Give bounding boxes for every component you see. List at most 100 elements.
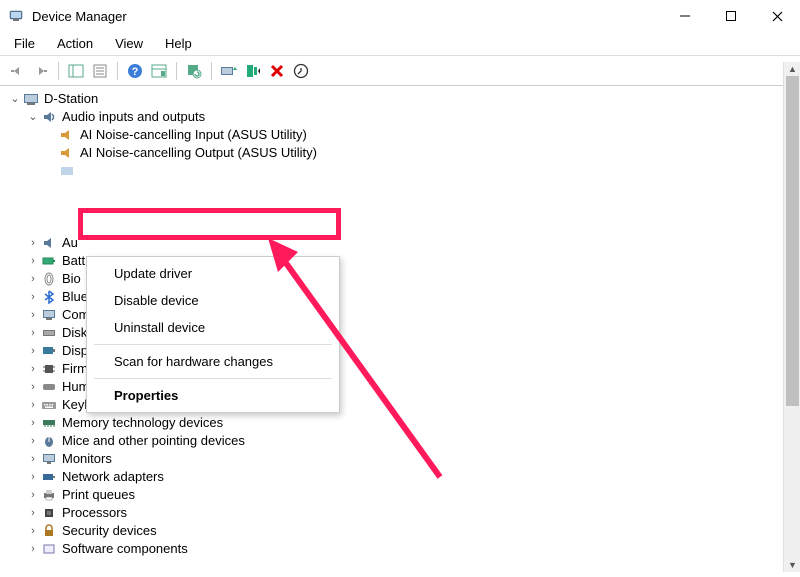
category-network-adapters[interactable]: Network adapters	[4, 468, 800, 486]
tree-label: Audio inputs and outputs	[60, 108, 205, 126]
category-security-devices[interactable]: Security devices	[4, 522, 800, 540]
caret-closed-icon[interactable]	[26, 432, 40, 450]
menu-separator	[94, 378, 332, 379]
software-icon	[40, 541, 58, 557]
svg-text:?: ?	[132, 66, 139, 78]
scroll-thumb[interactable]	[786, 76, 799, 406]
bluetooth-icon	[40, 289, 58, 305]
vertical-scrollbar[interactable]: ▲ ▼	[783, 62, 800, 572]
caret-open-icon[interactable]	[26, 108, 40, 126]
toolbar-sep	[176, 62, 177, 80]
caret-closed-icon[interactable]	[26, 270, 40, 288]
toolbar-sep	[117, 62, 118, 80]
device-item[interactable]: AI Noise-cancelling Output (ASUS Utility…	[4, 144, 800, 162]
close-button[interactable]	[754, 0, 800, 32]
disk-drive-icon	[40, 325, 58, 341]
menu-action[interactable]: Action	[47, 34, 103, 53]
titlebar: Device Manager	[0, 0, 800, 32]
caret-closed-icon[interactable]	[26, 252, 40, 270]
toolbar-sep	[211, 62, 212, 80]
devmgr-app-icon	[8, 8, 24, 24]
caret-closed-icon[interactable]	[26, 288, 40, 306]
audio-device-icon	[58, 163, 76, 179]
maximize-button[interactable]	[708, 0, 754, 32]
scan-hardware-icon[interactable]	[183, 60, 205, 82]
nav-forward-icon[interactable]	[30, 60, 52, 82]
caret-closed-icon[interactable]	[26, 450, 40, 468]
audio-device-icon	[58, 145, 76, 161]
printer-icon	[40, 487, 58, 503]
menubar: File Action View Help	[0, 32, 800, 56]
category-processors[interactable]: Processors	[4, 504, 800, 522]
caret-closed-icon[interactable]	[26, 306, 40, 324]
category-print-queues[interactable]: Print queues	[4, 486, 800, 504]
minimize-button[interactable]	[662, 0, 708, 32]
menu-disable-device[interactable]: Disable device	[90, 287, 336, 314]
caret-closed-icon[interactable]	[26, 522, 40, 540]
help-toolbar-icon[interactable]: ?	[124, 60, 146, 82]
caret-closed-icon[interactable]	[26, 396, 40, 414]
toolbar: ?	[0, 56, 800, 86]
security-lock-icon	[40, 523, 58, 539]
network-adapter-icon	[40, 469, 58, 485]
speaker-icon	[40, 235, 58, 251]
tree-label: Network adapters	[60, 468, 164, 486]
scroll-down-button[interactable]: ▼	[784, 558, 800, 572]
tree-label: Processors	[60, 504, 127, 522]
category-row[interactable]: Au	[4, 234, 800, 252]
caret-closed-icon[interactable]	[26, 504, 40, 522]
menu-scan-hardware[interactable]: Scan for hardware changes	[90, 348, 336, 375]
tree-label: Software components	[60, 540, 188, 558]
tree-label: Bio	[60, 270, 81, 288]
caret-closed-icon[interactable]	[26, 486, 40, 504]
speaker-icon	[40, 109, 58, 125]
mouse-icon	[40, 433, 58, 449]
action-toolbar-icon[interactable]	[148, 60, 170, 82]
disable-device-toolbar-icon[interactable]	[242, 60, 264, 82]
category-audio-io[interactable]: Audio inputs and outputs	[4, 108, 800, 126]
nav-back-icon[interactable]	[6, 60, 28, 82]
category-monitors[interactable]: Monitors	[4, 450, 800, 468]
menu-uninstall-device[interactable]: Uninstall device	[90, 314, 336, 341]
caret-closed-icon[interactable]	[26, 360, 40, 378]
tree-label: D-Station	[42, 90, 98, 108]
context-menu: Update driver Disable device Uninstall d…	[86, 256, 340, 413]
show-hide-console-tree-icon[interactable]	[65, 60, 87, 82]
computer-root-icon	[22, 91, 40, 107]
root-node[interactable]: D-Station	[4, 90, 800, 108]
menu-view[interactable]: View	[105, 34, 153, 53]
menu-properties[interactable]: Properties	[90, 382, 336, 409]
fingerprint-icon	[40, 271, 58, 287]
category-memory-tech[interactable]: Memory technology devices	[4, 414, 800, 432]
tree-label: Print queues	[60, 486, 135, 504]
window-controls	[662, 0, 800, 32]
menu-update-driver[interactable]: Update driver	[90, 260, 336, 287]
category-software-components[interactable]: Software components	[4, 540, 800, 558]
caret-closed-icon[interactable]	[26, 378, 40, 396]
caret-closed-icon[interactable]	[26, 324, 40, 342]
scroll-up-button[interactable]: ▲	[784, 62, 800, 76]
battery-icon	[40, 253, 58, 269]
properties-toolbar-icon[interactable]	[89, 60, 111, 82]
caret-closed-icon[interactable]	[26, 342, 40, 360]
caret-closed-icon[interactable]	[26, 234, 40, 252]
tree-label: Batt	[60, 252, 85, 270]
caret-closed-icon[interactable]	[26, 468, 40, 486]
tree-label: Au	[60, 234, 78, 252]
menu-separator	[94, 344, 332, 345]
device-item[interactable]: AI Noise-cancelling Input (ASUS Utility)	[4, 126, 800, 144]
tree-label: Mice and other pointing devices	[60, 432, 245, 450]
monitor-icon	[40, 451, 58, 467]
caret-closed-icon[interactable]	[26, 540, 40, 558]
category-mice[interactable]: Mice and other pointing devices	[4, 432, 800, 450]
caret-open-icon[interactable]	[8, 90, 22, 108]
window-title: Device Manager	[32, 9, 127, 24]
display-adapter-icon	[40, 343, 58, 359]
devices-events-icon[interactable]	[290, 60, 312, 82]
uninstall-device-toolbar-icon[interactable]	[266, 60, 288, 82]
caret-closed-icon[interactable]	[26, 414, 40, 432]
menu-help[interactable]: Help	[155, 34, 202, 53]
tree-label: AI Noise-cancelling Input (ASUS Utility)	[78, 126, 307, 144]
menu-file[interactable]: File	[4, 34, 45, 53]
update-driver-toolbar-icon[interactable]	[218, 60, 240, 82]
